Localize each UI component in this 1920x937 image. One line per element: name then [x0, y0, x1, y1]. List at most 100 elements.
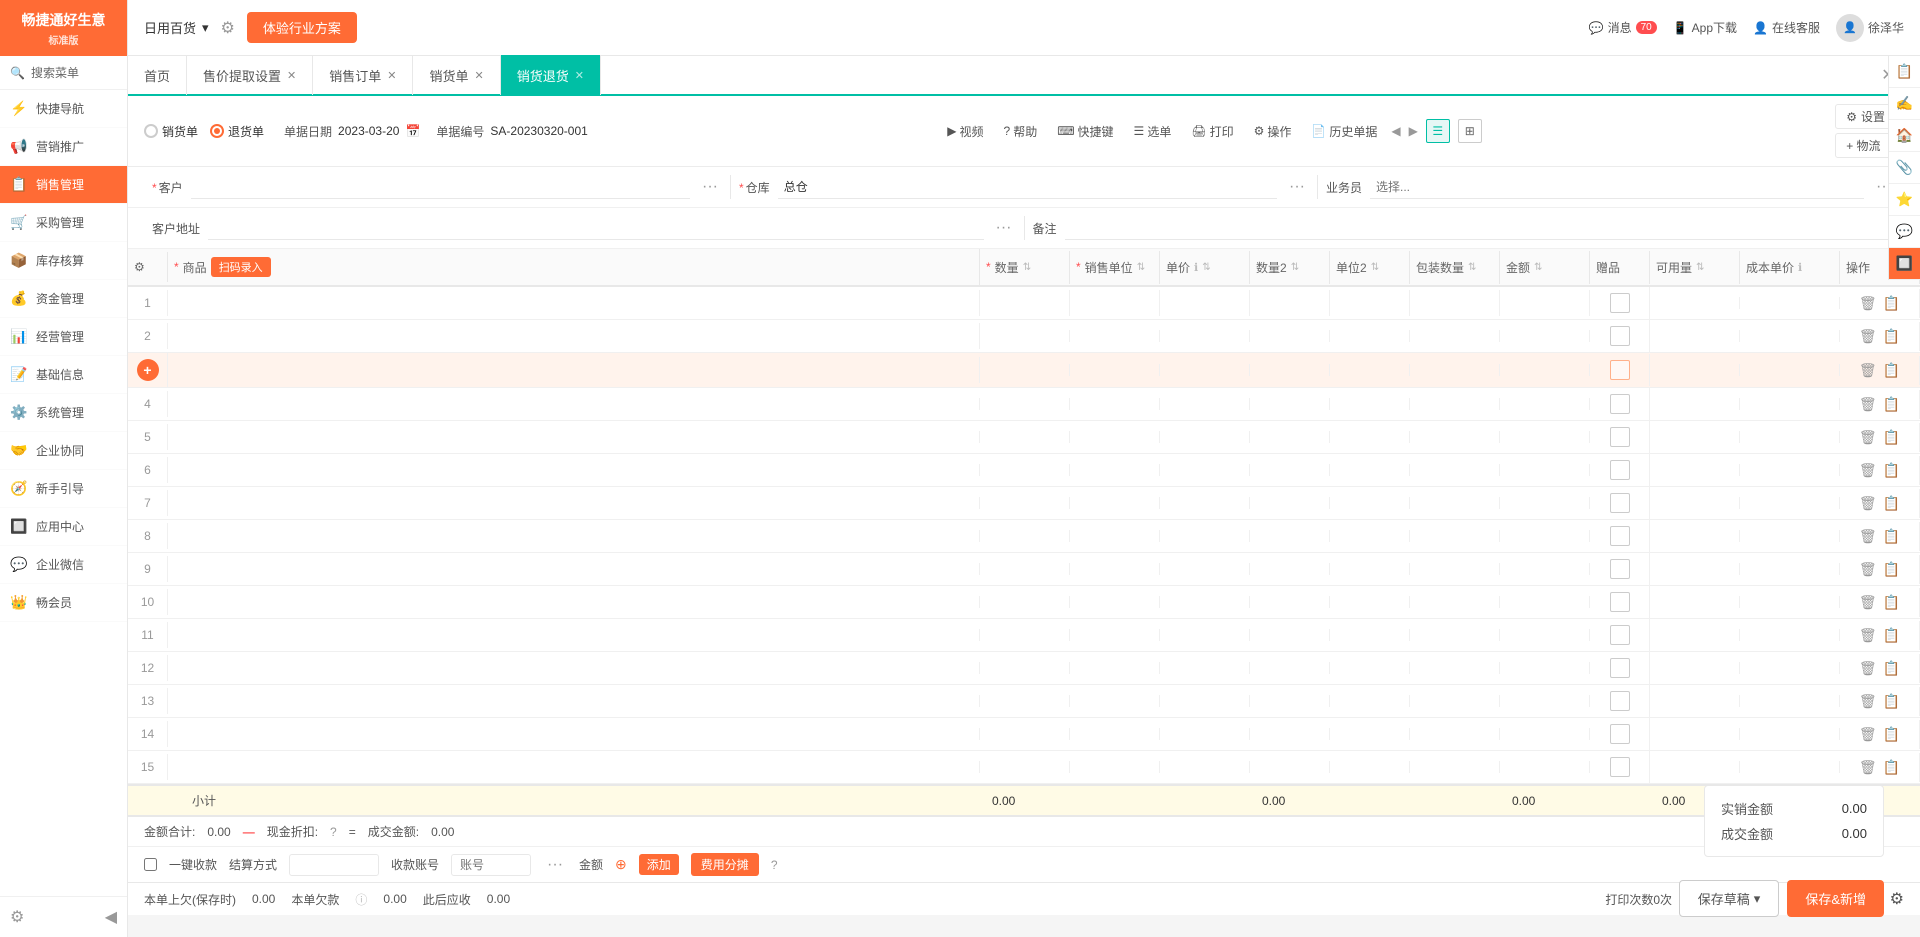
- calc-method-select[interactable]: [289, 854, 379, 876]
- td-qty2-3[interactable]: [1250, 364, 1330, 376]
- help-btn[interactable]: ? 帮助: [998, 120, 1044, 143]
- td-amount-2[interactable]: [1500, 330, 1590, 342]
- delete-icon-4[interactable]: 🗑: [1859, 396, 1877, 413]
- sidebar-item-wechat[interactable]: 💬 企业微信: [0, 546, 127, 584]
- tab-sales[interactable]: 销货单 ✕: [413, 55, 500, 95]
- td-amount-5[interactable]: [1500, 431, 1590, 443]
- delete-icon-10[interactable]: 🗑: [1859, 594, 1877, 611]
- td-gift-4[interactable]: [1590, 388, 1650, 420]
- sidebar-item-system[interactable]: ⚙️ 系统管理: [0, 394, 127, 432]
- print-btn[interactable]: 🖨 打印: [1185, 120, 1239, 143]
- trial-btn[interactable]: 体验行业方案: [247, 12, 357, 43]
- side-active-btn[interactable]: 🔲: [1889, 248, 1920, 280]
- settings-btn[interactable]: ⚙ 设置: [1835, 104, 1896, 129]
- customer-input[interactable]: [191, 176, 690, 199]
- td-qty-3[interactable]: [980, 364, 1070, 376]
- account-dots[interactable]: ···: [543, 856, 567, 874]
- td-qty-1[interactable]: [980, 290, 1070, 316]
- copy-icon-12[interactable]: 📋: [1883, 660, 1900, 677]
- warehouse-dots[interactable]: ···: [1285, 178, 1309, 196]
- td-unit-1[interactable]: [1070, 290, 1160, 316]
- one-click-payment-checkbox[interactable]: [144, 858, 157, 871]
- address-dots[interactable]: ···: [992, 219, 1016, 237]
- delete-icon-12[interactable]: 🗑: [1859, 660, 1877, 677]
- gift-checkbox-7[interactable]: [1610, 493, 1630, 513]
- td-price-4[interactable]: [1160, 398, 1250, 410]
- sidebar-item-guide[interactable]: 🧭 新手引导: [0, 470, 127, 508]
- online-service-btn[interactable]: 👤 在线客服: [1753, 19, 1820, 36]
- address-input[interactable]: [208, 217, 984, 240]
- tab-sales-close[interactable]: ✕: [475, 69, 484, 82]
- copy-icon-6[interactable]: 📋: [1883, 462, 1900, 479]
- scan-btn[interactable]: 扫码录入: [211, 257, 271, 277]
- video-btn[interactable]: ▶ 视频: [941, 120, 989, 143]
- user-menu[interactable]: 👤 徐泽华: [1836, 14, 1904, 42]
- td-unit-3[interactable]: [1070, 364, 1160, 376]
- doc-num-value[interactable]: SA-20230320-001: [490, 124, 587, 138]
- add-btn[interactable]: 添加: [639, 854, 679, 875]
- delete-icon-6[interactable]: 🗑: [1859, 462, 1877, 479]
- history-btn[interactable]: 📄 历史单据: [1305, 120, 1383, 143]
- td-amount-1[interactable]: [1500, 290, 1590, 316]
- gift-checkbox-12[interactable]: [1610, 658, 1630, 678]
- copy-icon-13[interactable]: 📋: [1883, 693, 1900, 710]
- copy-icon-9[interactable]: 📋: [1883, 561, 1900, 578]
- settings-icon[interactable]: ⚙: [10, 907, 24, 927]
- fee-help-icon[interactable]: ?: [771, 858, 778, 872]
- delete-icon-1[interactable]: 🗑: [1859, 295, 1877, 312]
- sidebar-item-marketing[interactable]: 📢 营销推广: [0, 128, 127, 166]
- sidebar-item-capital[interactable]: 💰 资金管理: [0, 280, 127, 318]
- td-qty2-2[interactable]: [1250, 330, 1330, 342]
- td-qty2-5[interactable]: [1250, 431, 1330, 443]
- help-small-icon[interactable]: ?: [330, 825, 337, 839]
- unit2-input-1[interactable]: [1336, 296, 1403, 310]
- radio-return[interactable]: 退货单: [210, 123, 264, 140]
- operate-btn[interactable]: ⚙ 操作: [1248, 120, 1298, 143]
- td-qty-2[interactable]: [980, 330, 1070, 342]
- nav-prev[interactable]: ◀: [1391, 124, 1400, 138]
- sort-avail-icon[interactable]: ⇅: [1696, 262, 1704, 273]
- td-price-1[interactable]: [1160, 290, 1250, 316]
- side-notes-btn[interactable]: 📋: [1889, 56, 1920, 88]
- delete-icon-15[interactable]: 🗑: [1859, 759, 1877, 776]
- fee-btn[interactable]: 费用分摊: [691, 853, 759, 876]
- warehouse-input[interactable]: [778, 176, 1277, 199]
- taskbar-settings2[interactable]: ⚙: [1890, 889, 1904, 909]
- sidebar-item-sales-mgmt[interactable]: 📋 销售管理: [0, 166, 127, 204]
- sort-unit-icon[interactable]: ⇅: [1137, 262, 1145, 273]
- copy-icon-3[interactable]: 📋: [1883, 362, 1900, 379]
- delete-icon-13[interactable]: 🗑: [1859, 693, 1877, 710]
- topbar-gear-icon[interactable]: ⚙: [221, 18, 235, 38]
- collapse-icon[interactable]: ◀: [105, 907, 117, 927]
- copy-icon-10[interactable]: 📋: [1883, 594, 1900, 611]
- messages-btn[interactable]: 💬 消息 70: [1589, 19, 1657, 36]
- td-unit2-3[interactable]: [1330, 364, 1410, 376]
- delete-icon-14[interactable]: 🗑: [1859, 726, 1877, 743]
- qty-input-1[interactable]: [986, 296, 1063, 310]
- td-pkgqty-3[interactable]: [1410, 364, 1500, 376]
- draft-dropdown-icon[interactable]: ▾: [1754, 891, 1761, 907]
- sidebar-item-purchase-mgmt[interactable]: 🛒 采购管理: [0, 204, 127, 242]
- amount-input-1[interactable]: [1506, 296, 1583, 310]
- td-pkgqty-5[interactable]: [1410, 431, 1500, 443]
- sidebar-item-basic-info[interactable]: 📝 基础信息: [0, 356, 127, 394]
- gift-checkbox-5[interactable]: [1610, 427, 1630, 447]
- sort-price-icon[interactable]: ⇅: [1202, 262, 1210, 273]
- side-edit-btn[interactable]: ✍: [1889, 88, 1920, 120]
- gift-checkbox-9[interactable]: [1610, 559, 1630, 579]
- td-amount-4[interactable]: [1500, 398, 1590, 410]
- gift-checkbox-13[interactable]: [1610, 691, 1630, 711]
- side-attach-btn[interactable]: 📎: [1889, 152, 1920, 184]
- sidebar-item-inventory[interactable]: 📦 库存核算: [0, 242, 127, 280]
- td-qty2-1[interactable]: [1250, 290, 1330, 316]
- pkgqty-input-1[interactable]: [1416, 296, 1493, 310]
- tab-sales-return[interactable]: 销货退货 ✕: [501, 55, 601, 95]
- td-gift-2[interactable]: [1590, 320, 1650, 352]
- gift-checkbox-4[interactable]: [1610, 394, 1630, 414]
- radio-sales[interactable]: 销货单: [144, 123, 198, 140]
- tab-sales-order-close[interactable]: ✕: [387, 69, 396, 82]
- module-selector[interactable]: 日用百货 ▾: [144, 18, 209, 37]
- save-draft-btn[interactable]: 保存草稿 ▾: [1679, 880, 1780, 917]
- copy-icon-1[interactable]: 📋: [1883, 295, 1900, 312]
- copy-icon-2[interactable]: 📋: [1883, 328, 1900, 345]
